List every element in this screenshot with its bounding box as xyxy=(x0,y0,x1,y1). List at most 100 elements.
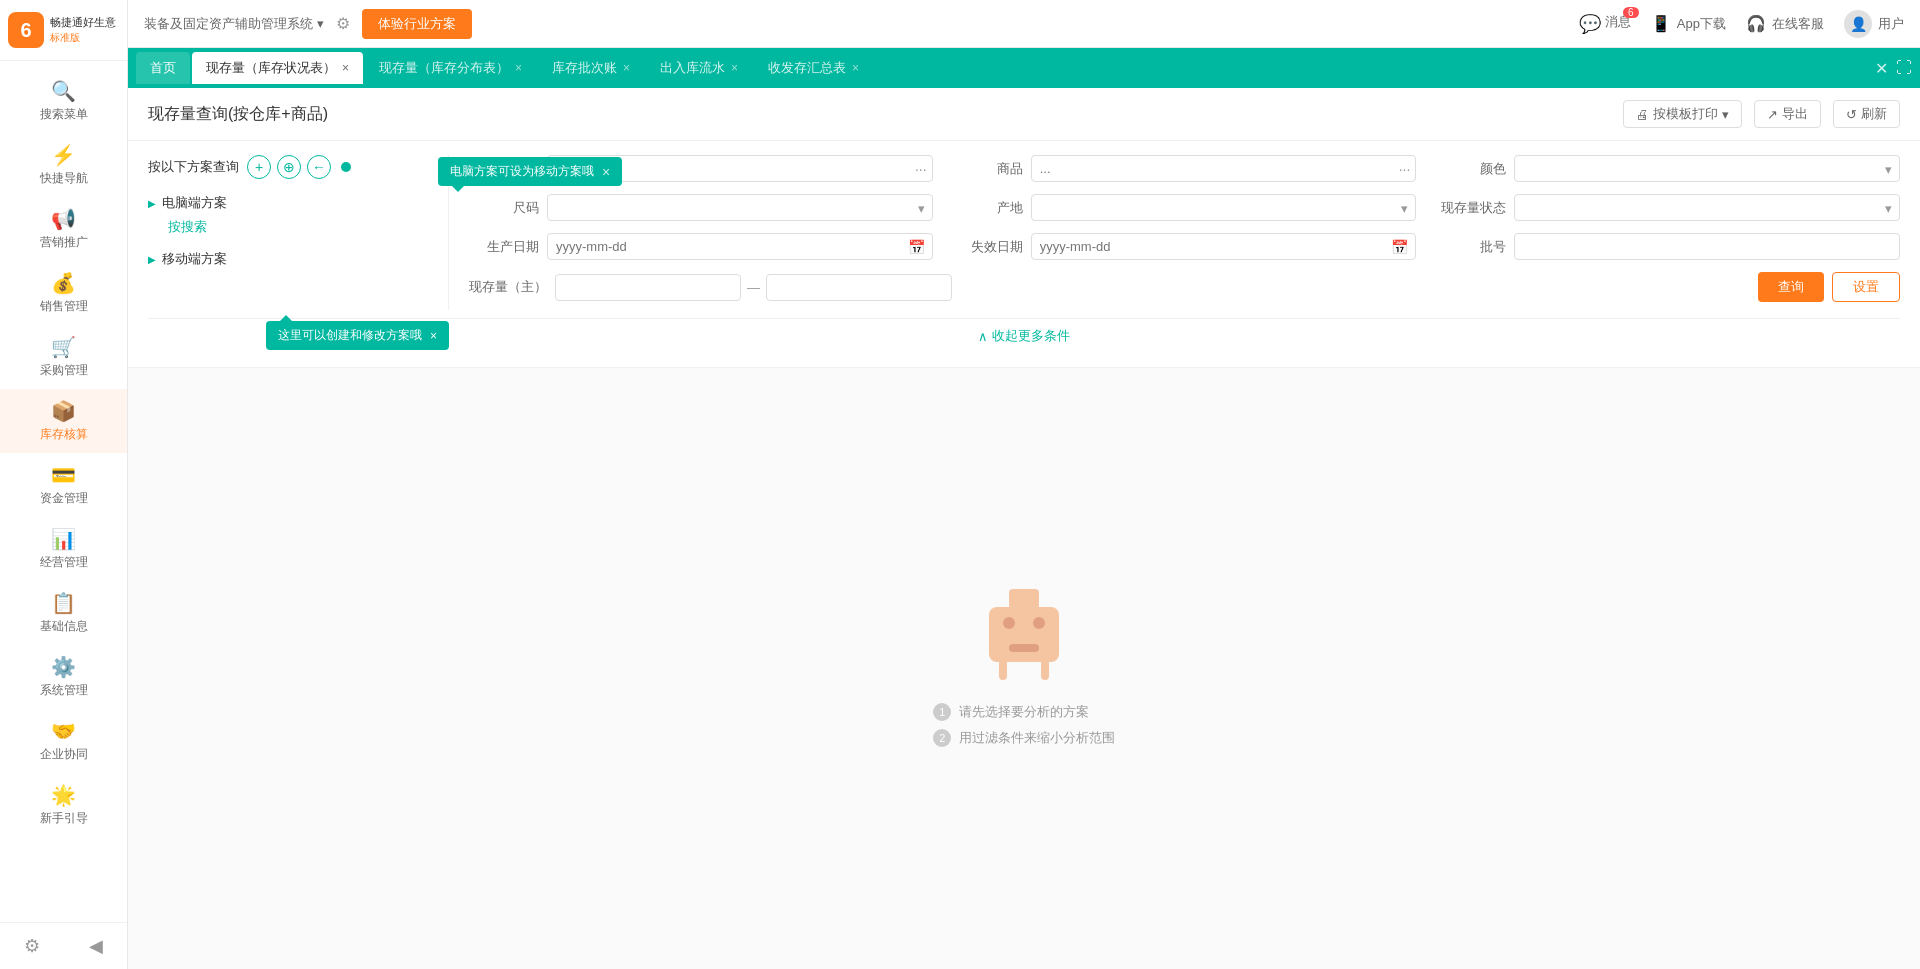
product-input[interactable] xyxy=(1031,155,1417,182)
sidebar-item-inventory[interactable]: 📦 库存核算 xyxy=(0,389,127,453)
refresh-icon: ↺ xyxy=(1846,107,1857,122)
tab-home[interactable]: 首页 xyxy=(136,52,190,84)
tooltip-scheme-hint: 电脑方案可设为移动方案哦 × xyxy=(438,157,622,186)
batch-input[interactable] xyxy=(1514,233,1900,260)
mfg-date-label: 生产日期 xyxy=(469,238,539,256)
tab-inventory-status[interactable]: 现存量（库存状况表） × xyxy=(192,52,363,84)
warehouse-ellipsis: ··· xyxy=(915,161,927,177)
tab-label: 现存量（库存分布表） xyxy=(379,59,509,77)
tab-close-icon[interactable]: × xyxy=(342,61,349,75)
tab-close-icon[interactable]: × xyxy=(852,61,859,75)
system-selector[interactable]: 装备及固定资产辅助管理系统 ▾ xyxy=(144,15,324,33)
message-icon: 💬 xyxy=(1579,13,1601,35)
chevron-down-icon: ▾ xyxy=(1722,107,1729,122)
desktop-scheme-label: 电脑端方案 xyxy=(162,194,227,212)
reset-btn[interactable]: 设置 xyxy=(1832,272,1900,302)
megaphone-icon: 📢 xyxy=(51,207,76,231)
card-icon: 💳 xyxy=(51,463,76,487)
stock-qty-min-input[interactable] xyxy=(555,274,741,301)
exp-date-filter-row: 失效日期 📅 xyxy=(953,233,1417,260)
search-icon: 🔍 xyxy=(51,79,76,103)
tab-close-icon[interactable]: × xyxy=(731,61,738,75)
user-area[interactable]: 👤 用户 xyxy=(1844,10,1904,38)
filter-header: 按以下方案查询 + ⊕ ← xyxy=(148,155,448,179)
message-area[interactable]: 💬 6 消息 xyxy=(1579,13,1631,35)
sidebar-item-quicknav[interactable]: ⚡ 快捷导航 xyxy=(0,133,127,197)
app-download-area[interactable]: 📱 App下载 xyxy=(1651,14,1726,33)
tab-inventory-dist[interactable]: 现存量（库存分布表） × xyxy=(365,52,536,84)
flash-icon: ⚡ xyxy=(51,143,76,167)
mobile-scheme-parent[interactable]: ▶ 移动端方案 xyxy=(148,247,448,271)
tab-close-icon[interactable]: × xyxy=(623,61,630,75)
star-icon: 🌟 xyxy=(51,783,76,807)
gear-icon: ⚙️ xyxy=(51,655,76,679)
stock-status-select[interactable] xyxy=(1514,194,1900,221)
tab-label: 库存批次账 xyxy=(552,59,617,77)
sidebar-item-label: 采购管理 xyxy=(40,362,88,379)
product-ellipsis: ··· xyxy=(1399,161,1411,177)
username: 用户 xyxy=(1878,15,1904,33)
tab-bar: 首页 现存量（库存状况表） × 现存量（库存分布表） × 库存批次账 × 出入库… xyxy=(128,48,1920,88)
sidebar-item-guide[interactable]: 🌟 新手引导 xyxy=(0,773,127,837)
back-scheme-btn[interactable]: ← xyxy=(307,155,331,179)
tab-collect-summary[interactable]: 收发存汇总表 × xyxy=(754,52,873,84)
online-service-area[interactable]: 🎧 在线客服 xyxy=(1746,14,1824,33)
tooltip-close-icon[interactable]: × xyxy=(602,164,610,180)
sidebar-item-enterprise[interactable]: 🤝 企业协同 xyxy=(0,709,127,773)
print-btn[interactable]: 🖨 按模板打印 ▾ xyxy=(1623,100,1742,128)
sidebar-item-search[interactable]: 🔍 搜索菜单 xyxy=(0,69,127,133)
tab-close-icon[interactable]: × xyxy=(515,61,522,75)
tab-home-label: 首页 xyxy=(150,59,176,77)
origin-select[interactable] xyxy=(1031,194,1417,221)
sidebar-item-label: 新手引导 xyxy=(40,810,88,827)
refresh-btn[interactable]: ↺ 刷新 xyxy=(1833,100,1900,128)
query-btn[interactable]: 查询 xyxy=(1758,272,1824,302)
stock-qty-max-input[interactable] xyxy=(766,274,952,301)
batch-label: 批号 xyxy=(1436,238,1506,256)
export-btn[interactable]: ↗ 导出 xyxy=(1754,100,1821,128)
expand-icon: ▶ xyxy=(148,254,156,265)
sidebar: 6 畅捷通好生意 标准版 🔍 搜索菜单 ⚡ 快捷导航 📢 营销推广 💰 销售管理… xyxy=(0,0,128,969)
sidebar-item-finance[interactable]: 💳 资金管理 xyxy=(0,453,127,517)
add-scheme-btn[interactable]: + xyxy=(247,155,271,179)
tooltip-close-icon[interactable]: × xyxy=(430,329,437,343)
tab-in-out-flow[interactable]: 出入库流水 × xyxy=(646,52,752,84)
header-right: 💬 6 消息 📱 App下载 🎧 在线客服 👤 用户 xyxy=(1579,10,1904,38)
trial-btn[interactable]: 体验行业方案 xyxy=(362,9,472,39)
desktop-scheme-child[interactable]: 按搜索 xyxy=(168,215,448,239)
settings-bottom-icon[interactable]: ⚙ xyxy=(24,935,40,957)
mfg-date-input[interactable] xyxy=(547,233,933,260)
exp-date-input[interactable] xyxy=(1031,233,1417,260)
origin-filter-row: 产地 xyxy=(953,194,1417,221)
sidebar-item-sales[interactable]: 💰 销售管理 xyxy=(0,261,127,325)
app-download-label: App下载 xyxy=(1677,15,1726,33)
size-select[interactable] xyxy=(547,194,933,221)
page-header: 现存量查询(按仓库+商品) 🖨 按模板打印 ▾ ↗ 导出 ↺ 刷新 xyxy=(128,88,1920,141)
tip1-text: 请先选择要分析的方案 xyxy=(959,704,1089,719)
sidebar-item-basic[interactable]: 📋 基础信息 xyxy=(0,581,127,645)
copy-scheme-btn[interactable]: ⊕ xyxy=(277,155,301,179)
tab-label: 出入库流水 xyxy=(660,59,725,77)
sidebar-item-label: 基础信息 xyxy=(40,618,88,635)
sidebar-item-operations[interactable]: 📊 经营管理 xyxy=(0,517,127,581)
tip2-number: 2 xyxy=(933,729,951,747)
collapse-sidebar-icon[interactable]: ◀ xyxy=(89,935,103,957)
empty-state: 1 请先选择要分析的方案 2 用过滤条件来缩小分析范围 xyxy=(128,368,1920,969)
sidebar-item-label: 系统管理 xyxy=(40,682,88,699)
sidebar-item-label: 营销推广 xyxy=(40,234,88,251)
desktop-scheme-parent[interactable]: ▶ 电脑端方案 xyxy=(148,191,448,215)
product-label: 商品 xyxy=(953,160,1023,178)
color-select[interactable] xyxy=(1514,155,1900,182)
sidebar-item-system[interactable]: ⚙️ 系统管理 xyxy=(0,645,127,709)
close-tab-btn[interactable]: ✕ xyxy=(1875,59,1888,78)
avatar: 👤 xyxy=(1844,10,1872,38)
tooltip-text: 电脑方案可设为移动方案哦 xyxy=(450,163,594,180)
expand-tab-btn[interactable]: ⛶ xyxy=(1896,59,1912,78)
cart-icon: 🛒 xyxy=(51,335,76,359)
sidebar-item-purchase[interactable]: 🛒 采购管理 xyxy=(0,325,127,389)
sidebar-nav: 🔍 搜索菜单 ⚡ 快捷导航 📢 营销推广 💰 销售管理 🛒 采购管理 📦 库存核… xyxy=(0,61,127,922)
settings-icon[interactable]: ⚙ xyxy=(336,14,350,33)
sidebar-item-marketing[interactable]: 📢 营销推广 xyxy=(0,197,127,261)
tab-batch-ledger[interactable]: 库存批次账 × xyxy=(538,52,644,84)
headset-icon: 🎧 xyxy=(1746,14,1766,33)
